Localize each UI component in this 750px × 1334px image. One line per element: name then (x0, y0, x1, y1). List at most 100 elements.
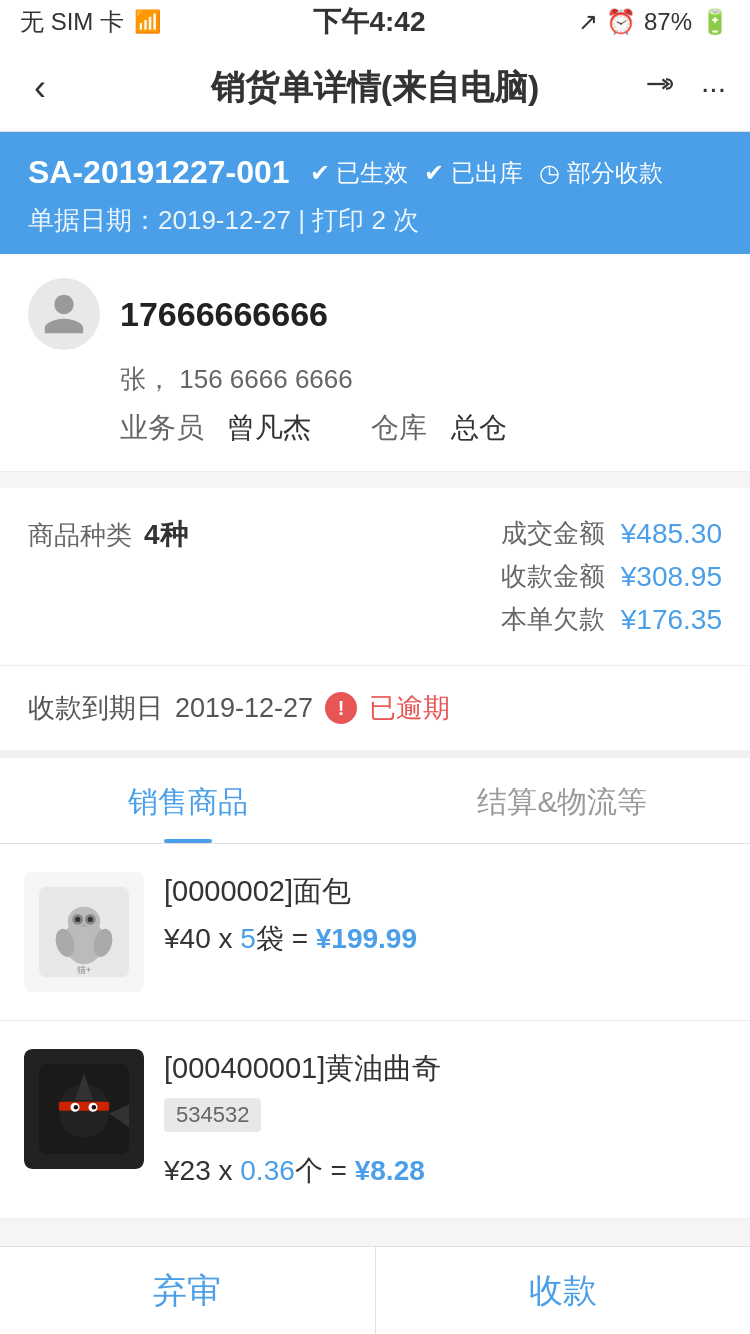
product-unit-price-1: ¥40 (164, 923, 211, 954)
product-unit-2: 个 (295, 1155, 323, 1186)
customer-name-line: 张， 156 6666 6666 (28, 362, 722, 397)
product-equals-1: = (292, 923, 316, 954)
product-item: 猫+ [0000002]面包 ¥40 x 5袋 = ¥199.99 (0, 844, 750, 1021)
product-total-2: ¥8.28 (355, 1155, 425, 1186)
summary-grid: 商品种类 4种 成交金额 ¥485.30 收款金额 ¥308.95 本单欠款 ¥… (28, 516, 722, 637)
sales-rep-value: 曾凡杰 (227, 412, 311, 443)
wifi-icon: 📶 (134, 9, 161, 35)
product-image-1: 猫+ (24, 872, 144, 992)
print-label: 打印 (312, 205, 364, 235)
customer-meta: 业务员 曾凡杰 仓库 总仓 (28, 409, 722, 447)
svg-point-17 (92, 1105, 97, 1110)
warehouse-section: 仓库 总仓 (371, 409, 506, 447)
product-details-2: [000400001]黄油曲奇 534532 ¥23 x 0.36个 = ¥8.… (164, 1049, 726, 1190)
product-details-1: [0000002]面包 ¥40 x 5袋 = ¥199.99 (164, 872, 726, 958)
order-date: 2019-12-27 (158, 205, 291, 235)
customer-second-phone: 156 6666 6666 (179, 364, 353, 394)
due-date-value: 2019-12-27 (175, 693, 313, 724)
clock: 下午4:42 (313, 3, 425, 41)
product-item: [000400001]黄油曲奇 534532 ¥23 x 0.36个 = ¥8.… (0, 1021, 750, 1219)
deal-amount-value: ¥485.30 (621, 518, 722, 550)
product-multiply-1: x (219, 923, 241, 954)
product-kinds-label: 商品种类 (28, 518, 132, 553)
collect-payment-button[interactable]: 收款 (376, 1247, 751, 1334)
tabs: 销售商品 结算&物流等 (0, 758, 750, 844)
product-sku-2: 534532 (164, 1098, 261, 1132)
tab-settlement-label: 结算&物流等 (477, 785, 647, 818)
overdue-icon: ! (325, 692, 357, 724)
print-count: 2 (371, 205, 385, 235)
back-button[interactable]: ‹ (24, 57, 56, 119)
product-qty-2: 0.36 (240, 1155, 295, 1186)
location-icon: ↗ (578, 8, 598, 36)
product-equals-2: = (331, 1155, 355, 1186)
cancel-review-button[interactable]: 弃审 (0, 1247, 376, 1334)
svg-point-6 (88, 917, 93, 922)
product-image-2 (24, 1049, 144, 1169)
status-badge-partial: ◷ 部分收款 (539, 157, 663, 189)
product-name-2: [000400001]黄油曲奇 (164, 1049, 726, 1089)
cancel-review-label: 弃审 (153, 1268, 221, 1314)
share-button[interactable] (645, 70, 673, 105)
customer-section: 17666666666 张， 156 6666 6666 业务员 曾凡杰 仓库 … (0, 254, 750, 472)
received-label: 收款金额 (501, 559, 605, 594)
received-value: ¥308.95 (621, 561, 722, 593)
product-name-1: [0000002]面包 (164, 872, 726, 912)
product-unit-1: 袋 (256, 923, 284, 954)
tab-sales-products-label: 销售商品 (128, 785, 248, 818)
owed-amount-row: 本单欠款 ¥176.35 (501, 602, 722, 637)
tab-settlement[interactable]: 结算&物流等 (375, 758, 750, 843)
product-qty-1: 5 (240, 923, 256, 954)
product-title-1: 面包 (293, 875, 351, 907)
battery-icon: 🔋 (700, 8, 730, 36)
owed-label: 本单欠款 (501, 602, 605, 637)
svg-rect-13 (59, 1102, 109, 1111)
summary-section: 商品种类 4种 成交金额 ¥485.30 收款金额 ¥308.95 本单欠款 ¥… (0, 488, 750, 666)
status-bar-left: 无 SIM 卡 📶 (20, 6, 161, 38)
warehouse-value: 总仓 (451, 412, 507, 443)
carrier-label: 无 SIM 卡 (20, 6, 124, 38)
svg-point-16 (74, 1105, 79, 1110)
page-title: 销货单详情(来自电脑) (211, 65, 540, 111)
order-date-line: 单据日期：2019-12-27 | 打印 2 次 (28, 203, 722, 238)
alarm-icon: ⏰ (606, 8, 636, 36)
battery-label: 87% (644, 8, 692, 36)
summary-left: 商品种类 4种 (28, 516, 188, 554)
status-badge-active: ✔ 已生效 (310, 157, 409, 189)
sales-rep-section: 业务员 曾凡杰 (120, 409, 311, 447)
product-multiply-2: x (219, 1155, 241, 1186)
svg-text:猫+: 猫+ (77, 965, 91, 975)
product-title-2: 黄油曲奇 (325, 1052, 441, 1084)
product-price-row-2: ¥23 x 0.36个 = ¥8.28 (164, 1152, 726, 1190)
product-price-row-1: ¥40 x 5袋 = ¥199.99 (164, 920, 726, 958)
overdue-text: 已逾期 (369, 690, 450, 726)
nav-right-actions: ··· (645, 70, 726, 105)
more-button[interactable]: ··· (701, 71, 726, 105)
customer-row: 17666666666 (28, 278, 722, 350)
product-code-1: [0000002] (164, 875, 293, 907)
order-header-banner: SA-20191227-001 ✔ 已生效 ✔ 已出库 ◷ 部分收款 单据日期：… (0, 132, 750, 254)
svg-point-5 (75, 917, 80, 922)
due-date-label: 收款到期日 (28, 690, 163, 726)
product-kinds-item: 商品种类 4种 (28, 516, 188, 554)
deal-amount-label: 成交金额 (501, 516, 605, 551)
warehouse-label: 仓库 (371, 412, 427, 443)
owed-value: ¥176.35 (621, 604, 722, 636)
deal-amount-row: 成交金额 ¥485.30 (501, 516, 722, 551)
products-section: 猫+ [0000002]面包 ¥40 x 5袋 = ¥199.99 (0, 844, 750, 1219)
date-label: 单据日期： (28, 205, 158, 235)
sales-rep-label: 业务员 (120, 412, 204, 443)
status-bar-right: ↗ ⏰ 87% 🔋 (578, 8, 730, 36)
status-badge-shipped: ✔ 已出库 (424, 157, 523, 189)
order-id: SA-20191227-001 (28, 154, 290, 191)
customer-name: 张， (120, 364, 172, 394)
tab-sales-products[interactable]: 销售商品 (0, 758, 375, 843)
summary-right: 成交金额 ¥485.30 收款金额 ¥308.95 本单欠款 ¥176.35 (501, 516, 722, 637)
status-badges: ✔ 已生效 ✔ 已出库 ◷ 部分收款 (310, 157, 663, 189)
customer-phone: 17666666666 (120, 295, 328, 334)
product-kinds-value: 4种 (144, 516, 188, 554)
status-bar: 无 SIM 卡 📶 下午4:42 ↗ ⏰ 87% 🔋 (0, 0, 750, 44)
received-amount-row: 收款金额 ¥308.95 (501, 559, 722, 594)
nav-bar: ‹ 销货单详情(来自电脑) ··· (0, 44, 750, 132)
product-code-2: [000400001] (164, 1052, 325, 1084)
